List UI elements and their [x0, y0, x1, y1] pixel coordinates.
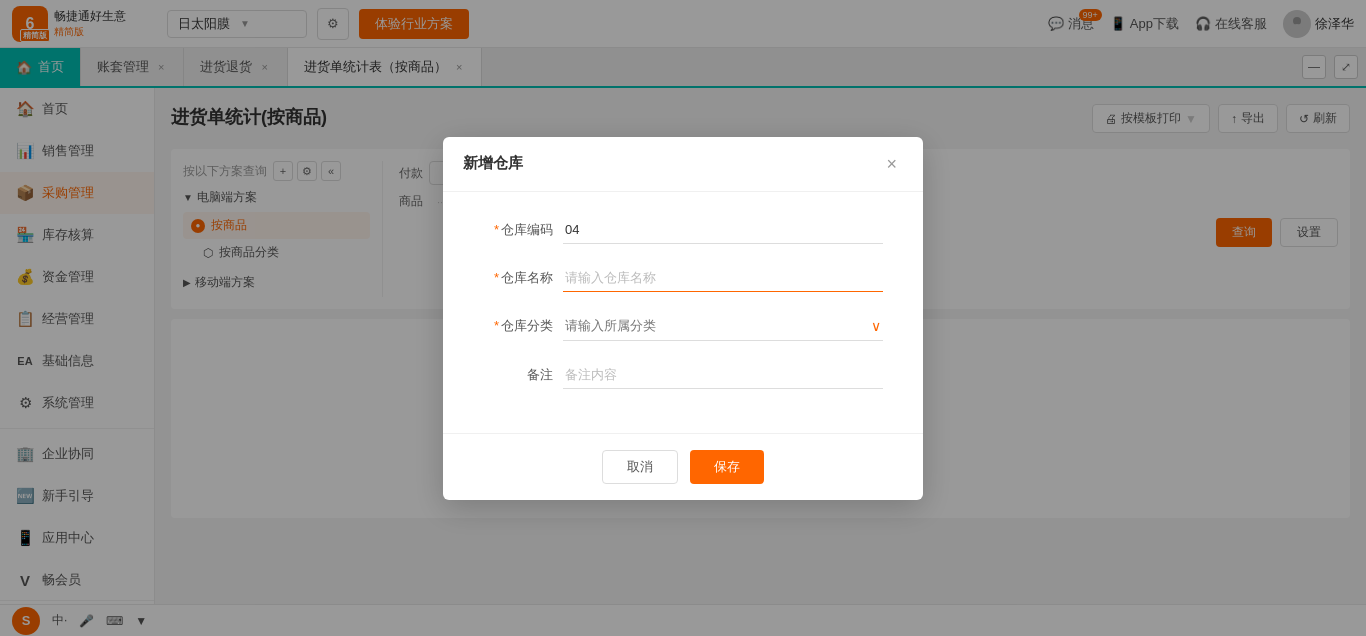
warehouse-category-row: 仓库分类 ∨: [483, 312, 883, 341]
warehouse-remark-row: 备注: [483, 361, 883, 389]
warehouse-code-row: 仓库编码: [483, 216, 883, 244]
modal-body: 仓库编码 仓库名称 仓库分类 ∨ 备注: [443, 192, 923, 433]
warehouse-code-input[interactable]: [563, 216, 883, 244]
modal-overlay: 新增仓库 × 仓库编码 仓库名称 仓库分类 ∨ 备注: [0, 0, 1366, 636]
warehouse-name-row: 仓库名称: [483, 264, 883, 292]
modal-header: 新增仓库 ×: [443, 137, 923, 192]
category-label: 仓库分类: [483, 317, 563, 335]
category-input[interactable]: [565, 318, 871, 333]
remark-label: 备注: [483, 366, 563, 384]
warehouse-remark-input[interactable]: [563, 361, 883, 389]
modal-footer: 取消 保存: [443, 433, 923, 500]
code-label: 仓库编码: [483, 221, 563, 239]
cancel-button[interactable]: 取消: [602, 450, 678, 484]
warehouse-name-input[interactable]: [563, 264, 883, 292]
category-dropdown-arrow: ∨: [871, 318, 881, 334]
modal-close-button[interactable]: ×: [880, 153, 903, 175]
save-button[interactable]: 保存: [690, 450, 764, 484]
category-select[interactable]: ∨: [563, 312, 883, 341]
name-label: 仓库名称: [483, 269, 563, 287]
modal-title: 新增仓库: [463, 154, 523, 173]
add-warehouse-modal: 新增仓库 × 仓库编码 仓库名称 仓库分类 ∨ 备注: [443, 137, 923, 500]
